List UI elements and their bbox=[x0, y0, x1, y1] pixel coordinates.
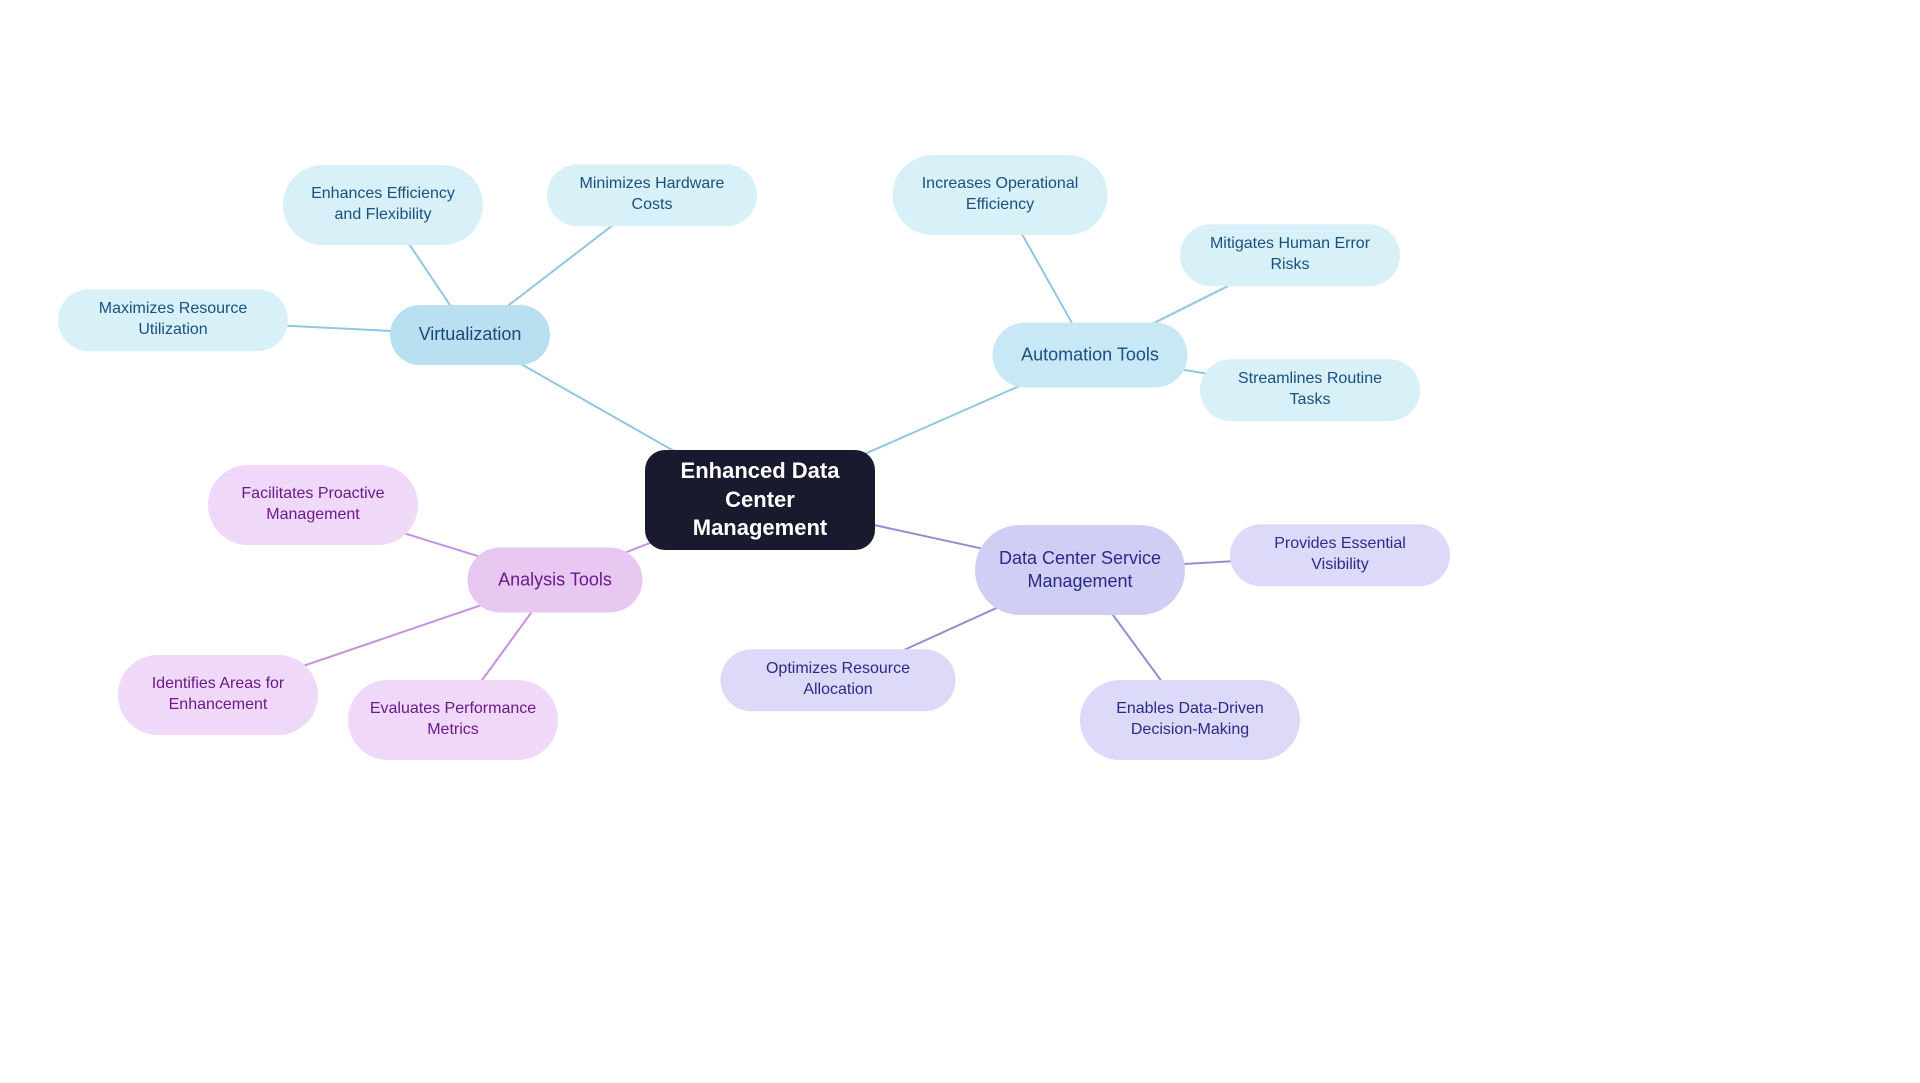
node-minimizes: Minimizes Hardware Costs bbox=[547, 164, 757, 226]
node-label-mitigates: Mitigates Human Error Risks bbox=[1196, 234, 1384, 276]
node-label-automation: Automation Tools bbox=[1021, 343, 1159, 366]
node-enhances: Enhances Efficiency and Flexibility bbox=[283, 165, 483, 245]
node-label-increases: Increases Operational Efficiency bbox=[909, 174, 1092, 216]
node-evaluates: Evaluates Performance Metrics bbox=[348, 680, 558, 760]
node-label-streamlines: Streamlines Routine Tasks bbox=[1216, 369, 1404, 411]
node-dcservices: Data Center Service Management bbox=[975, 525, 1185, 615]
node-analysis: Analysis Tools bbox=[468, 548, 643, 613]
node-label-facilitates: Facilitates Proactive Management bbox=[224, 484, 402, 526]
node-label-optimizes: Optimizes Resource Allocation bbox=[737, 659, 940, 701]
node-label-evaluates: Evaluates Performance Metrics bbox=[364, 699, 542, 741]
node-label-center: Enhanced Data Center Management bbox=[661, 457, 859, 543]
node-center: Enhanced Data Center Management bbox=[645, 450, 875, 550]
node-label-maximizes: Maximizes Resource Utilization bbox=[74, 299, 272, 341]
node-optimizes: Optimizes Resource Allocation bbox=[721, 649, 956, 711]
node-facilitates: Facilitates Proactive Management bbox=[208, 465, 418, 545]
node-mitigates: Mitigates Human Error Risks bbox=[1180, 224, 1400, 286]
node-label-dcservices: Data Center Service Management bbox=[991, 547, 1169, 594]
node-automation: Automation Tools bbox=[993, 323, 1188, 388]
node-maximizes: Maximizes Resource Utilization bbox=[58, 289, 288, 351]
node-provides: Provides Essential Visibility bbox=[1230, 524, 1450, 586]
node-label-minimizes: Minimizes Hardware Costs bbox=[563, 174, 741, 216]
node-label-enables: Enables Data-Driven Decision-Making bbox=[1096, 699, 1284, 741]
node-label-enhances: Enhances Efficiency and Flexibility bbox=[299, 184, 467, 226]
node-identifies: Identifies Areas for Enhancement bbox=[118, 655, 318, 735]
node-label-analysis: Analysis Tools bbox=[498, 568, 612, 591]
node-label-provides: Provides Essential Visibility bbox=[1246, 534, 1434, 576]
mind-map: Enhanced Data Center Management Virtualiz… bbox=[0, 0, 1920, 1083]
node-enables: Enables Data-Driven Decision-Making bbox=[1080, 680, 1300, 760]
node-label-virtualization: Virtualization bbox=[419, 323, 522, 346]
node-streamlines: Streamlines Routine Tasks bbox=[1200, 359, 1420, 421]
node-virtualization: Virtualization bbox=[390, 305, 550, 365]
node-increases: Increases Operational Efficiency bbox=[893, 155, 1108, 235]
node-label-identifies: Identifies Areas for Enhancement bbox=[134, 674, 302, 716]
